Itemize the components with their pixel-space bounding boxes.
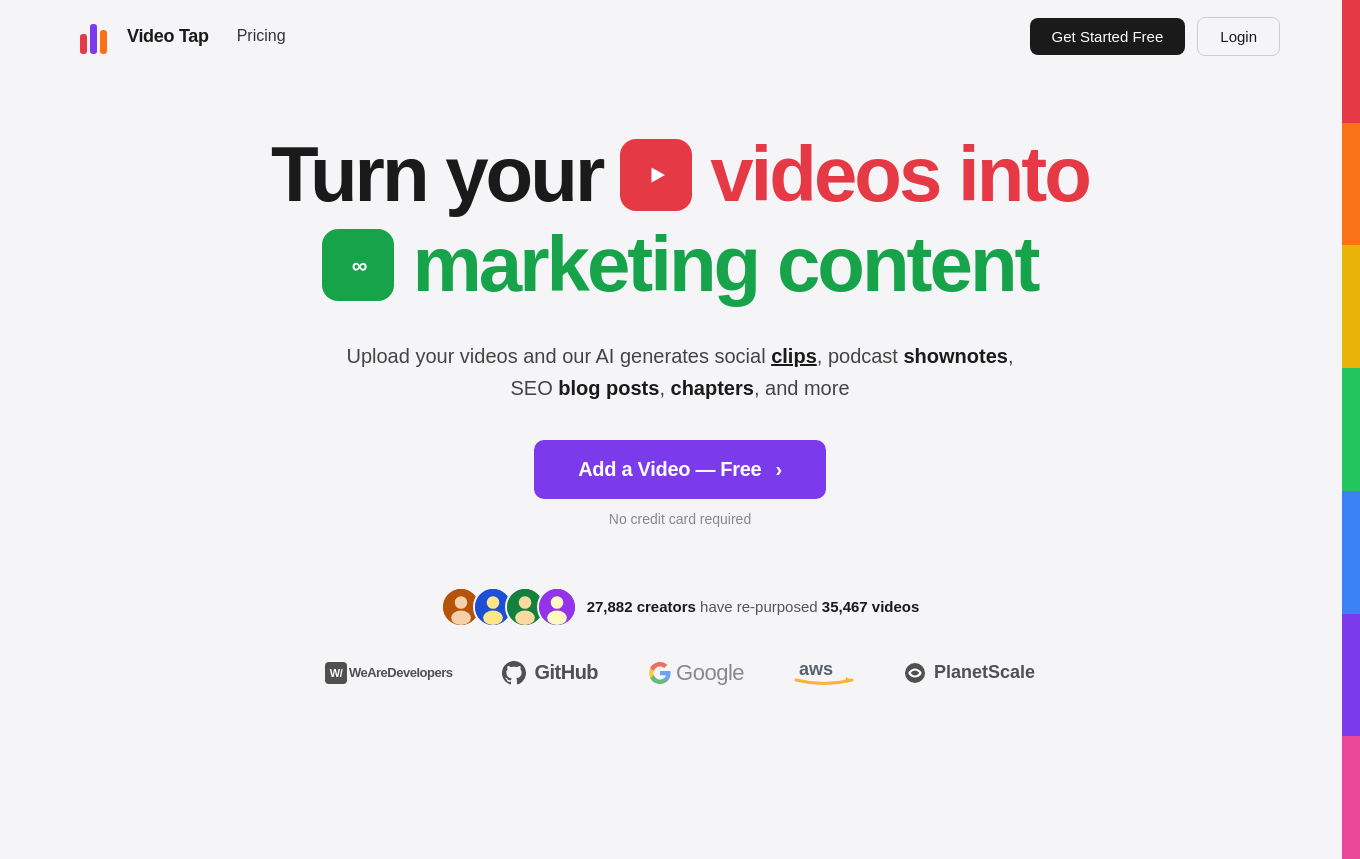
social-text-mid: have re-purposed [700,598,822,615]
svg-point-9 [483,610,503,624]
nav-right: Get Started Free Login [1030,17,1280,56]
headline-row2: ∞ marketing content [271,222,1089,308]
get-started-button[interactable]: Get Started Free [1030,18,1186,55]
turn-your-text: Turn your [271,132,602,218]
wad-label: WeAreDevelopers [349,665,453,680]
hero-subtitle: Upload your videos and our AI generates … [340,340,1020,404]
social-count-text: 27,882 creators have re-purposed 35,467 … [587,598,920,615]
videos-text: videos into [710,132,1089,218]
subtitle-clips: clips [771,345,817,367]
subtitle-shownotes: shownotes [904,345,1008,367]
logo-bar-3 [100,30,107,54]
logo-google: Google [648,660,744,686]
svg-text:aws: aws [799,659,833,679]
wad-icon: W/ [325,662,347,684]
avatar-img-4 [539,589,575,625]
cta-arrow: › [775,458,781,481]
headline-row1: Turn your videos into [271,132,1089,218]
subtitle-chapters: chapters [671,377,754,399]
creators-count: 27,882 creators [587,598,696,615]
no-credit-text: No credit card required [609,511,751,527]
infinity-icon-badge: ∞ [322,229,394,301]
brand-name: Video Tap [127,26,209,47]
svg-point-8 [486,596,499,609]
subtitle-comma: , [659,377,665,399]
logo-bar-2 [90,24,97,54]
nav-link-pricing[interactable]: Pricing [229,23,294,49]
infinity-icon: ∞ [338,245,378,285]
logo-planetscale: PlanetScale [904,662,1035,684]
svg-point-11 [518,596,531,609]
logo-aws: aws [794,655,854,691]
github-label: GitHub [534,661,598,684]
marketing-content-text: marketing content [412,222,1037,308]
aws-icon: aws [794,655,854,691]
navbar: Video Tap Pricing Get Started Free Login [0,0,1360,72]
avatars-group [441,587,577,627]
subtitle-mid1: , podcast [817,345,898,367]
logo-wearedevelopers: W/ WeAreDevelopers [325,662,453,684]
cta-label: Add a Video — Free [578,458,761,481]
planetscale-label: PlanetScale [934,662,1035,683]
google-icon [648,661,672,685]
add-video-button[interactable]: Add a Video — Free › [534,440,826,499]
logo-icon [80,18,107,54]
logo-bar-1 [80,34,87,54]
login-button[interactable]: Login [1197,17,1280,56]
nav-left: Video Tap Pricing [80,18,294,54]
subtitle-pre: Upload your videos and our AI generates … [346,345,765,367]
svg-point-20 [905,663,925,683]
avatars-row: 27,882 creators have re-purposed 35,467 … [441,587,920,627]
hero-section: Turn your videos into ∞ marketing conten… [0,72,1360,731]
planetscale-icon [904,662,926,684]
social-proof: 27,882 creators have re-purposed 35,467 … [285,587,1075,691]
video-play-icon [638,157,674,193]
video-icon-badge [620,139,692,211]
svg-point-15 [547,610,567,624]
edge-stripe [1342,0,1360,859]
svg-text:W/: W/ [330,667,343,679]
logo-github: GitHub [502,661,598,685]
avatar-4 [537,587,577,627]
subtitle-end: , and more [754,377,850,399]
svg-point-5 [454,596,467,609]
github-icon [502,661,526,685]
google-label: Google [676,660,744,686]
logos-row: W/ WeAreDevelopers GitHub [285,655,1075,691]
videos-count: 35,467 videos [822,598,920,615]
subtitle-blogposts: blog posts [558,377,659,399]
svg-point-14 [550,596,563,609]
svg-point-6 [451,610,471,624]
hero-headline: Turn your videos into ∞ marketing conten… [271,132,1089,308]
svg-point-12 [515,610,535,624]
